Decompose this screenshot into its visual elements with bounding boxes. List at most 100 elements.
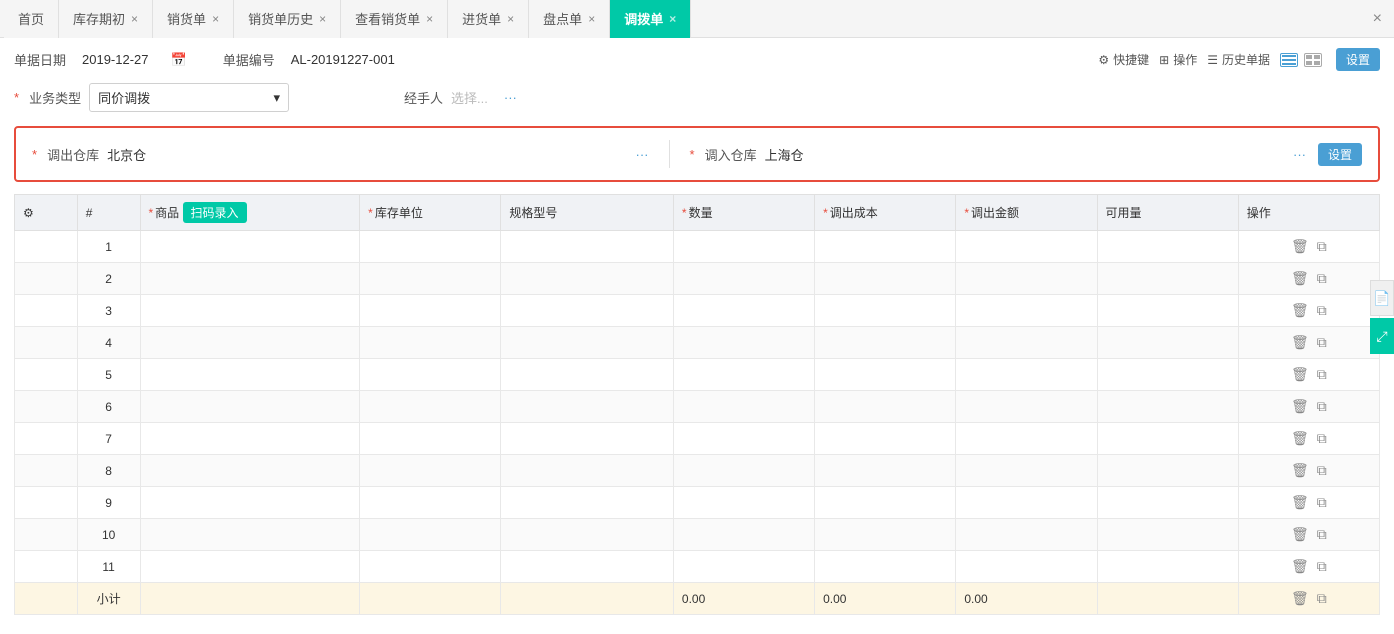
row-spec-2[interactable] [501, 263, 674, 295]
row-cost-7[interactable] [815, 423, 956, 455]
row-unit-1[interactable] [360, 231, 501, 263]
tab-transfer[interactable]: 调拨单 × [610, 0, 691, 38]
transfer-out-more-icon[interactable]: ··· [636, 147, 649, 162]
row-product-11[interactable] [140, 551, 360, 583]
float-doc-icon[interactable]: 📄 [1370, 280, 1394, 316]
tab-close-transfer[interactable]: × [669, 12, 676, 26]
tab-close-view-sales[interactable]: × [426, 12, 433, 26]
tab-inventory-check[interactable]: 盘点单 × [529, 0, 610, 38]
warehouse-settings-button[interactable]: 设置 [1318, 143, 1362, 166]
layout-grid-icon[interactable] [1304, 53, 1322, 67]
subtotal-delete-icon[interactable]: 🗑 [1291, 590, 1309, 607]
float-expand-icon[interactable]: ⤢ [1370, 318, 1394, 354]
row-product-4[interactable] [140, 327, 360, 359]
row-unit-9[interactable] [360, 487, 501, 519]
barcode-scan-button[interactable]: 扫码录入 [183, 202, 247, 223]
row-amount-5[interactable] [956, 359, 1097, 391]
row-cost-8[interactable] [815, 455, 956, 487]
delete-icon-8[interactable]: 🗑 [1291, 462, 1309, 479]
tab-close-sales-order[interactable]: × [212, 12, 219, 26]
close-window-button[interactable]: × [1365, 10, 1390, 28]
row-qty-11[interactable] [673, 551, 814, 583]
row-qty-8[interactable] [673, 455, 814, 487]
operation-button[interactable]: ⊞ 操作 [1159, 51, 1197, 68]
row-cost-1[interactable] [815, 231, 956, 263]
row-cost-3[interactable] [815, 295, 956, 327]
copy-icon-3[interactable]: ⧉ [1317, 302, 1327, 319]
row-product-2[interactable] [140, 263, 360, 295]
tab-purchase[interactable]: 进货单 × [448, 0, 529, 38]
row-spec-5[interactable] [501, 359, 674, 391]
row-spec-7[interactable] [501, 423, 674, 455]
row-qty-5[interactable] [673, 359, 814, 391]
layout-list-icon[interactable] [1280, 53, 1298, 67]
tab-sales-order[interactable]: 销货单 × [153, 0, 234, 38]
transfer-in-value[interactable]: 上海仓 [765, 145, 804, 164]
copy-icon-1[interactable]: ⧉ [1317, 238, 1327, 255]
delete-icon-4[interactable]: 🗑 [1291, 334, 1309, 351]
row-qty-6[interactable] [673, 391, 814, 423]
row-product-6[interactable] [140, 391, 360, 423]
row-spec-11[interactable] [501, 551, 674, 583]
copy-icon-8[interactable]: ⧉ [1317, 462, 1327, 479]
row-unit-3[interactable] [360, 295, 501, 327]
row-product-1[interactable] [140, 231, 360, 263]
row-qty-7[interactable] [673, 423, 814, 455]
shortcut-key-button[interactable]: ⚙ 快捷键 [1098, 51, 1149, 68]
row-amount-7[interactable] [956, 423, 1097, 455]
row-product-10[interactable] [140, 519, 360, 551]
row-product-3[interactable] [140, 295, 360, 327]
person-select[interactable]: 选择... [451, 88, 488, 107]
row-product-9[interactable] [140, 487, 360, 519]
row-amount-6[interactable] [956, 391, 1097, 423]
delete-icon-5[interactable]: 🗑 [1291, 366, 1309, 383]
row-cost-2[interactable] [815, 263, 956, 295]
settings-button[interactable]: 设置 [1336, 48, 1380, 71]
tab-close-purchase[interactable]: × [507, 12, 514, 26]
copy-icon-7[interactable]: ⧉ [1317, 430, 1327, 447]
delete-icon-11[interactable]: 🗑 [1291, 558, 1309, 575]
copy-icon-6[interactable]: ⧉ [1317, 398, 1327, 415]
row-spec-6[interactable] [501, 391, 674, 423]
row-unit-4[interactable] [360, 327, 501, 359]
row-amount-1[interactable] [956, 231, 1097, 263]
calendar-icon[interactable]: 📅 [171, 52, 187, 68]
row-spec-9[interactable] [501, 487, 674, 519]
row-unit-2[interactable] [360, 263, 501, 295]
row-qty-4[interactable] [673, 327, 814, 359]
copy-icon-10[interactable]: ⧉ [1317, 526, 1327, 543]
row-unit-7[interactable] [360, 423, 501, 455]
tab-close-inventory-check[interactable]: × [588, 12, 595, 26]
row-amount-11[interactable] [956, 551, 1097, 583]
row-spec-10[interactable] [501, 519, 674, 551]
transfer-in-more-icon[interactable]: ··· [1293, 147, 1306, 162]
row-unit-10[interactable] [360, 519, 501, 551]
row-cost-6[interactable] [815, 391, 956, 423]
row-amount-2[interactable] [956, 263, 1097, 295]
row-product-7[interactable] [140, 423, 360, 455]
tab-inventory-init[interactable]: 库存期初 × [59, 0, 153, 38]
row-qty-3[interactable] [673, 295, 814, 327]
row-unit-6[interactable] [360, 391, 501, 423]
row-spec-4[interactable] [501, 327, 674, 359]
copy-icon-9[interactable]: ⧉ [1317, 494, 1327, 511]
delete-icon-3[interactable]: 🗑 [1291, 302, 1309, 319]
row-amount-10[interactable] [956, 519, 1097, 551]
row-unit-8[interactable] [360, 455, 501, 487]
row-cost-9[interactable] [815, 487, 956, 519]
history-button[interactable]: ☰ 历史单据 [1207, 51, 1270, 68]
copy-icon-5[interactable]: ⧉ [1317, 366, 1327, 383]
date-value[interactable]: 2019-12-27 [82, 52, 149, 67]
tab-close-inventory-init[interactable]: × [131, 12, 138, 26]
delete-icon-6[interactable]: 🗑 [1291, 398, 1309, 415]
table-scroll[interactable]: ⚙ # *商品 扫码录入 *库存单位 规格型号 *数量 *调出成本 *调出金额 … [14, 194, 1380, 615]
copy-icon-2[interactable]: ⧉ [1317, 270, 1327, 287]
tab-home[interactable]: 首页 [4, 0, 59, 38]
row-product-5[interactable] [140, 359, 360, 391]
delete-icon-2[interactable]: 🗑 [1291, 270, 1309, 287]
delete-icon-7[interactable]: 🗑 [1291, 430, 1309, 447]
row-amount-8[interactable] [956, 455, 1097, 487]
delete-icon-10[interactable]: 🗑 [1291, 526, 1309, 543]
row-amount-3[interactable] [956, 295, 1097, 327]
copy-icon-11[interactable]: ⧉ [1317, 558, 1327, 575]
